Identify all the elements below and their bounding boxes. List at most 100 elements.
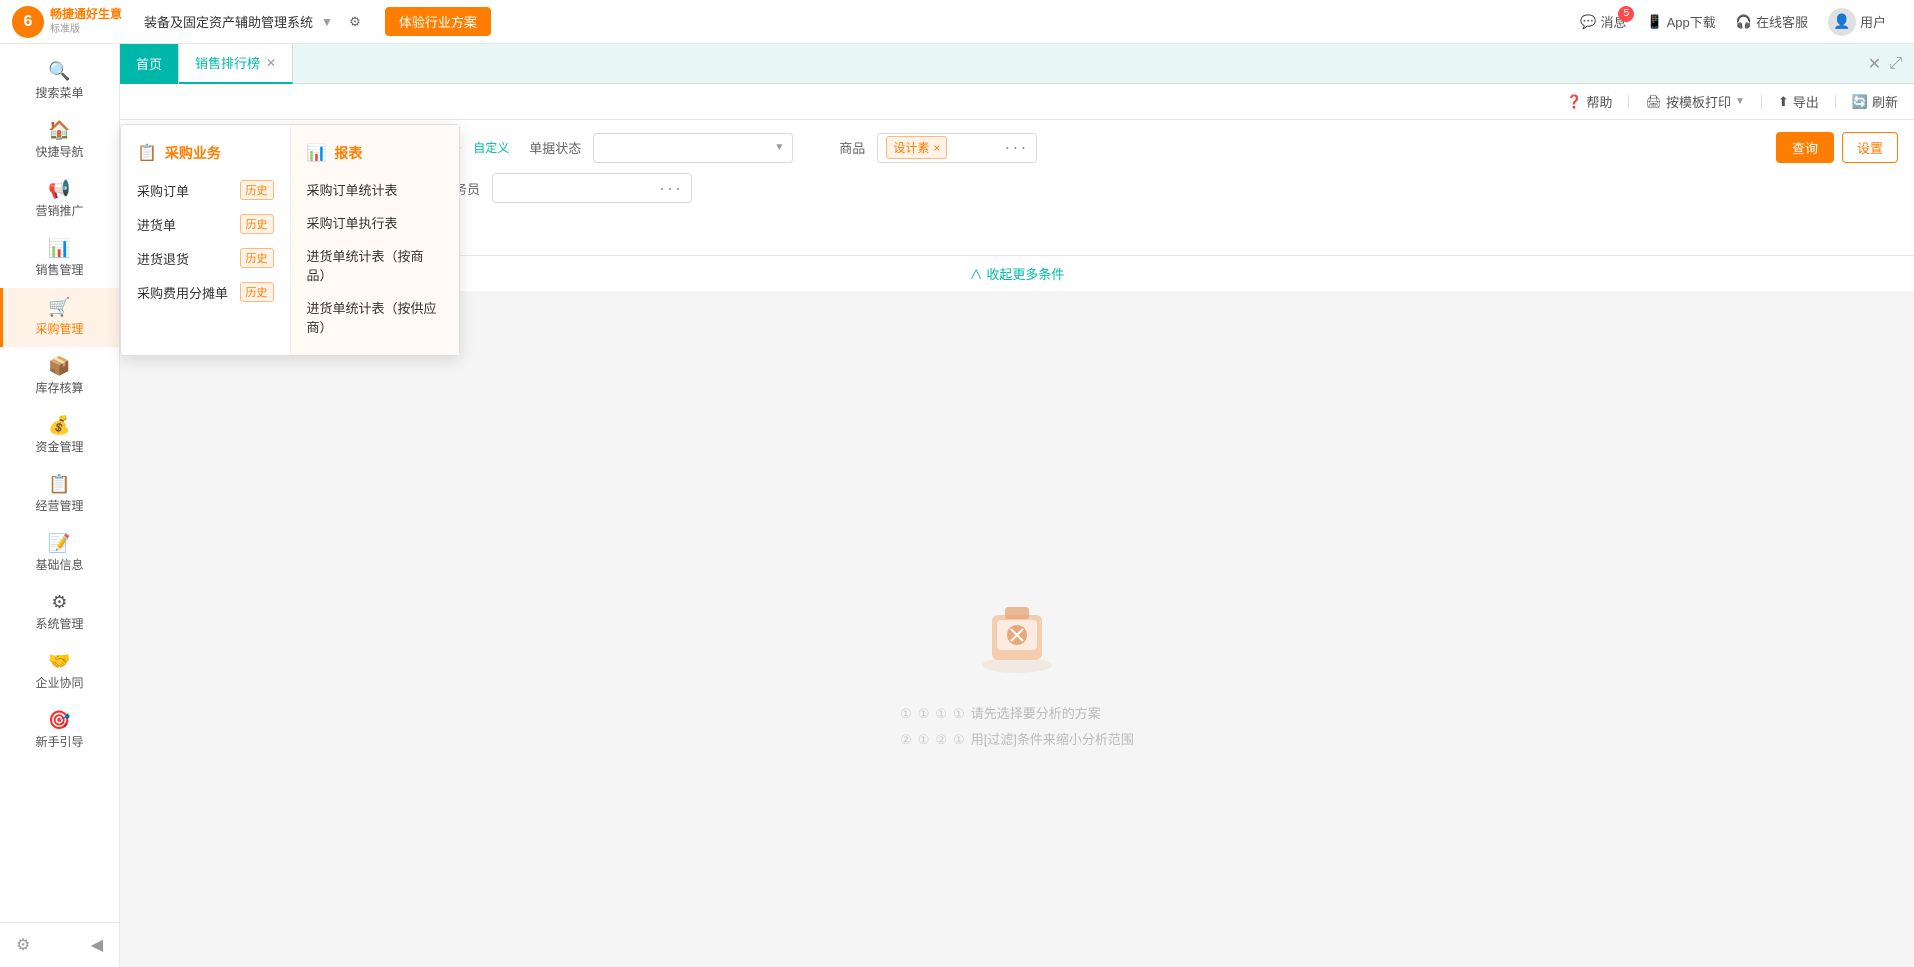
- help-item[interactable]: ❓ 帮助: [1566, 92, 1612, 111]
- doc-status-select[interactable]: ▼: [593, 133, 793, 163]
- dropdown-label-report1: 采购订单统计表: [307, 180, 398, 199]
- settings-icon-btn[interactable]: ⚙: [341, 8, 369, 36]
- system-icon: ⚙: [51, 593, 67, 611]
- marketing-icon: 📢: [48, 180, 70, 198]
- export-text: 导出: [1793, 92, 1819, 111]
- guide-icon: 🎯: [48, 711, 70, 729]
- purchase-col-title: 采购业务: [165, 143, 221, 163]
- doc-status-dropdown-icon: ▼: [774, 142, 784, 153]
- dropdown-item-report3[interactable]: 进货单统计表（按商品）: [291, 239, 460, 291]
- sidebar-item-finance[interactable]: 💰 资金管理: [0, 406, 119, 465]
- sidebar-item-inventory[interactable]: 📦 库存核算: [0, 347, 119, 406]
- sidebar-label-quick: 快捷导航: [35, 143, 83, 160]
- sidebar-label-purchase: 采购管理: [35, 320, 83, 337]
- query-button[interactable]: 查询: [1776, 132, 1834, 163]
- tab-maximize-icon[interactable]: ⤢: [1889, 55, 1902, 73]
- print-dropdown-icon[interactable]: ▼: [1735, 96, 1745, 107]
- dropdown-item-purchase-order[interactable]: 采购订单 历史: [121, 173, 290, 207]
- sidebar-item-enterprise[interactable]: 🤝 企业协同: [0, 642, 119, 701]
- goods-more-icon[interactable]: ···: [1004, 137, 1028, 158]
- sidebar-label-system: 系统管理: [35, 615, 83, 632]
- purchase-icon: 🛒: [48, 298, 70, 316]
- user-name-text: 用户: [1860, 12, 1886, 31]
- export-icon: ⬆: [1778, 94, 1789, 110]
- sidebar-collapse-icon[interactable]: ◀: [91, 935, 103, 955]
- help-text: 帮助: [1586, 92, 1612, 111]
- message-icon: 💬: [1580, 14, 1596, 30]
- setting-button[interactable]: 设置: [1842, 132, 1898, 163]
- tab-close-icon[interactable]: ✕: [266, 56, 276, 70]
- system-title-area: 装备及固定资产辅助管理系统 ▼ ⚙ 体验行业方案: [132, 7, 1580, 36]
- salesperson-more-icon[interactable]: ···: [659, 178, 683, 199]
- empty-hint1: ① 请先选择要分析的方案: [900, 701, 1134, 727]
- sidebar-settings-icon[interactable]: ⚙: [16, 935, 30, 955]
- sidebar-item-sales[interactable]: 📊 销售管理: [0, 229, 119, 288]
- purchase-col-header: 📋 采购业务: [121, 137, 290, 173]
- sidebar-item-guide[interactable]: 🎯 新手引导: [0, 701, 119, 760]
- dropdown-label-cost: 采购费用分摊单: [137, 283, 228, 302]
- dropdown-label-report2: 采购订单执行表: [307, 213, 398, 232]
- date-shortcut-custom[interactable]: 自定义: [473, 139, 509, 156]
- filter-toolbar-container: 📋 采购业务 采购订单 历史 进货单 历史 进货退货 历史: [120, 84, 1914, 291]
- export-item[interactable]: ⬆ 导出: [1778, 92, 1819, 111]
- tab-close-all-icon[interactable]: ✕: [1868, 54, 1881, 74]
- headset-icon: 🎧: [1736, 14, 1752, 30]
- dropdown-item-return[interactable]: 进货退货 历史: [121, 241, 290, 275]
- tab-home-label: 首页: [136, 54, 162, 73]
- dropdown-item-inbound[interactable]: 进货单 历史: [121, 207, 290, 241]
- goods-tag-close[interactable]: ×: [933, 141, 940, 155]
- enterprise-icon: 🤝: [48, 652, 70, 670]
- tab-bar: 首页 销售排行榜 ✕ ✕ ⤢: [120, 44, 1914, 84]
- logo-area: 6 畅捷通好生意 标准版: [12, 6, 132, 38]
- app-download-item[interactable]: 📱 App下载: [1646, 12, 1715, 31]
- dropdown-item-report1[interactable]: 采购订单统计表: [291, 173, 460, 206]
- sidebar-item-system[interactable]: ⚙ 系统管理: [0, 583, 119, 642]
- sidebar-item-marketing[interactable]: 📢 营销推广: [0, 170, 119, 229]
- tab-sales-rank[interactable]: 销售排行榜 ✕: [179, 44, 293, 84]
- sidebar-item-basic[interactable]: 📝 基础信息: [0, 524, 119, 583]
- dropdown-label-return: 进货退货: [137, 249, 189, 268]
- salesperson-select[interactable]: ···: [492, 173, 692, 203]
- toolbar-divider1: [1628, 95, 1629, 109]
- home-icon: 🏠: [48, 121, 70, 139]
- collapse-up-icon: ∧: [970, 267, 983, 282]
- phone-icon: 📱: [1646, 14, 1662, 30]
- logo-line2: 标准版: [50, 23, 122, 36]
- goods-select[interactable]: 设计素 × ···: [877, 133, 1037, 163]
- print-item[interactable]: 🖨 按模板打印 ▼: [1645, 92, 1744, 111]
- system-title-dropdown-icon[interactable]: ▼: [321, 15, 333, 29]
- tab-home[interactable]: 首页: [120, 44, 179, 84]
- industry-btn[interactable]: 体验行业方案: [385, 7, 491, 36]
- sidebar-label-marketing: 营销推广: [35, 202, 83, 219]
- sidebar-bottom: ⚙ ◀: [0, 922, 119, 967]
- sidebar-item-purchase[interactable]: 🛒 采购管理: [0, 288, 119, 347]
- online-service-text: 在线客服: [1756, 12, 1808, 31]
- sidebar-item-operation[interactable]: 📋 经营管理: [0, 465, 119, 524]
- top-header: 6 畅捷通好生意 标准版 装备及固定资产辅助管理系统 ▼ ⚙ 体验行业方案 💬 …: [0, 0, 1914, 44]
- dropdown-item-report4[interactable]: 进货单统计表（按供应商）: [291, 291, 460, 343]
- sidebar-item-search[interactable]: 🔍 搜索菜单: [0, 52, 119, 111]
- dropdown-label-report4: 进货单统计表（按供应商）: [307, 298, 444, 336]
- sidebar-label-basic: 基础信息: [35, 556, 83, 573]
- header-right: 💬 消息 5 📱 App下载 🎧 在线客服 👤 用户: [1580, 8, 1886, 36]
- user-item[interactable]: 👤 用户: [1828, 8, 1886, 36]
- refresh-item[interactable]: 🔄 刷新: [1852, 92, 1898, 111]
- notification-item[interactable]: 💬 消息 5: [1580, 12, 1626, 31]
- dropdown-item-report2[interactable]: 采购订单执行表: [291, 206, 460, 239]
- online-service-item[interactable]: 🎧 在线客服: [1736, 12, 1808, 31]
- history-badge-purchase-order: 历史: [240, 180, 274, 200]
- sidebar-label-sales: 销售管理: [35, 261, 83, 278]
- empty-hint2: ② 用[过滤]条件来缩小分析范围: [900, 727, 1134, 753]
- dropdown-item-cost[interactable]: 采购费用分摊单 历史: [121, 275, 290, 309]
- sidebar: 🔍 搜索菜单 🏠 快捷导航 📢 营销推广 📊 销售管理 🛒 采购管理 📦 库存核…: [0, 44, 120, 967]
- print-text: 按模板打印: [1666, 92, 1731, 111]
- report-col-title: 报表: [334, 143, 362, 163]
- dropdown-label-purchase-order: 采购订单: [137, 181, 189, 200]
- goods-tag-label: 设计素: [893, 139, 929, 156]
- empty-state: ① 请先选择要分析的方案 ② 用[过滤]条件来缩小分析范围: [120, 291, 1914, 967]
- sidebar-item-quick[interactable]: 🏠 快捷导航: [0, 111, 119, 170]
- logo-text: 畅捷通好生意 标准版: [50, 7, 122, 36]
- dropdown-label-report3: 进货单统计表（按商品）: [307, 246, 444, 284]
- sidebar-label-guide: 新手引导: [35, 733, 83, 750]
- operation-icon: 📋: [48, 475, 70, 493]
